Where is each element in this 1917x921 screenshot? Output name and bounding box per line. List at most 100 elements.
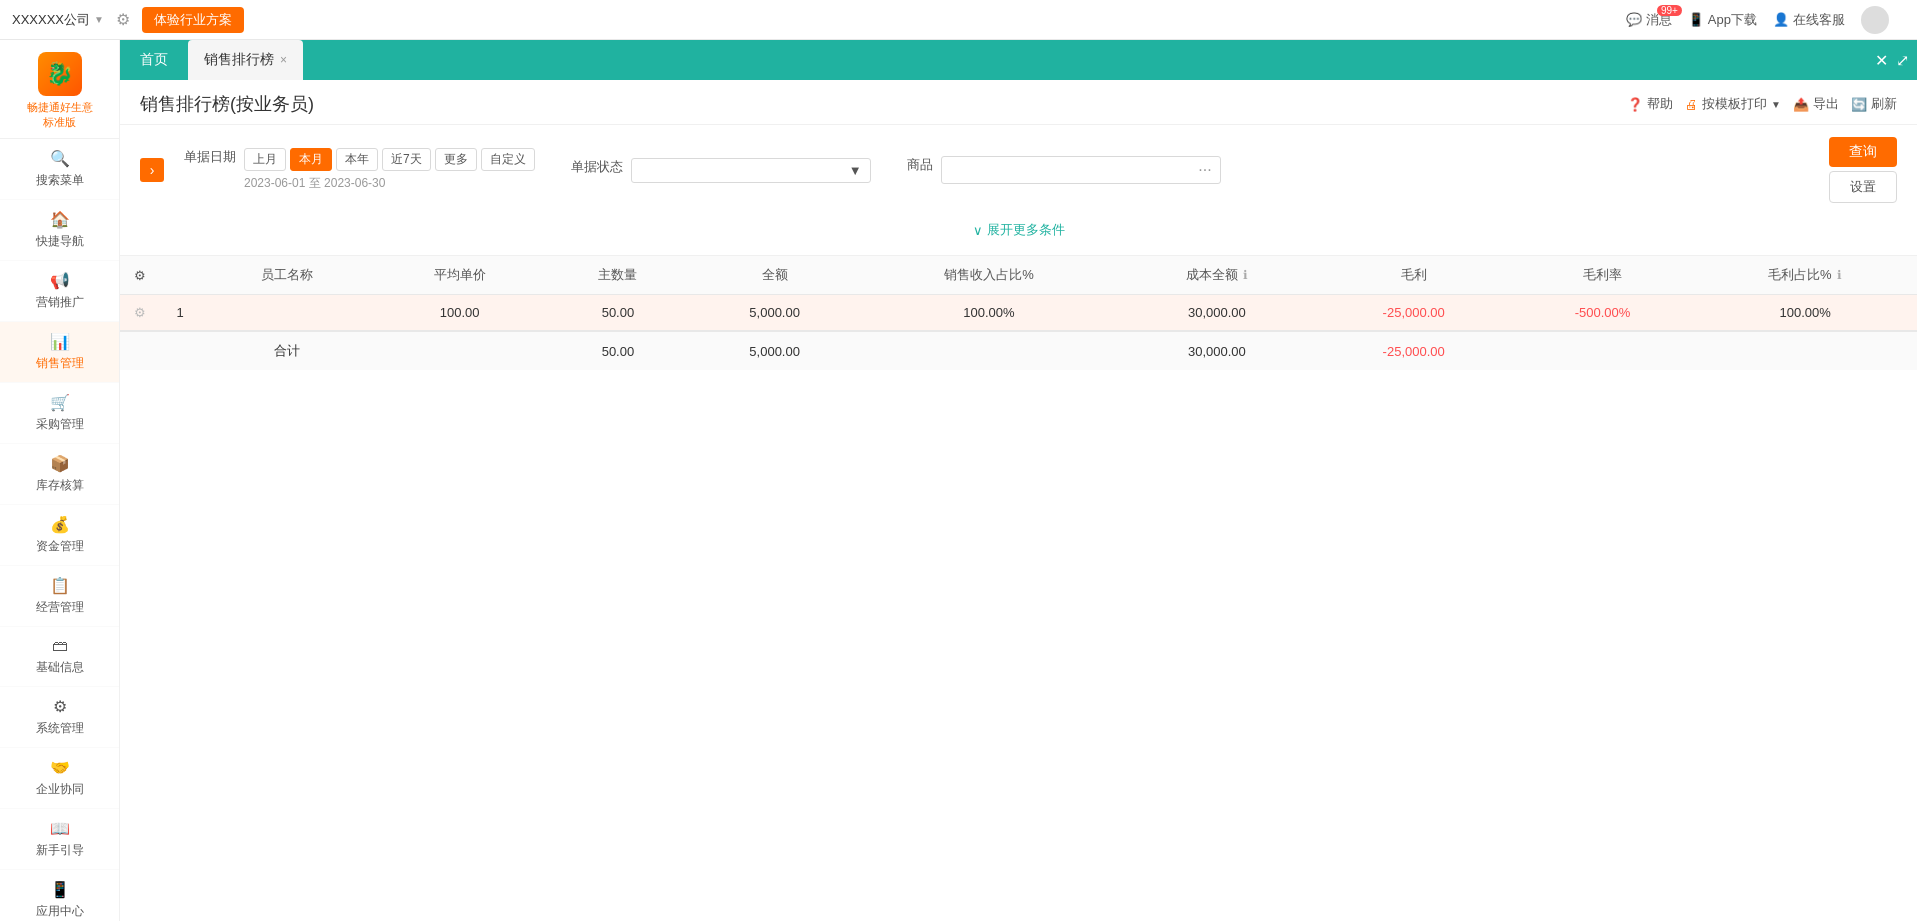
sidebar-item-label: 经营管理 [36, 599, 84, 616]
row-cost: 30,000.00 [1118, 295, 1315, 332]
sidebar-item-apps[interactable]: 📱 应用中心 [0, 870, 119, 921]
footer-gross: -25,000.00 [1316, 331, 1512, 370]
app-label: App下载 [1708, 11, 1757, 29]
table-row: ⚙ 1 100.00 50.00 5,000.00 100.00% 30,000… [120, 295, 1917, 332]
tab-sales-ranking[interactable]: 销售排行榜 × [188, 40, 303, 80]
footer-gross-pct [1693, 331, 1917, 370]
sidebar-item-search[interactable]: 🔍 搜索菜单 [0, 139, 119, 200]
filter-expand-arrow[interactable]: › [140, 158, 164, 182]
sidebar-item-management[interactable]: 📋 经营管理 [0, 566, 119, 627]
sidebar-item-inventory[interactable]: 📦 库存核算 [0, 444, 119, 505]
sidebar-item-system[interactable]: ⚙ 系统管理 [0, 687, 119, 748]
page-content: 销售排行榜(按业务员) ❓ 帮助 🖨 按模板打印 ▼ 📤 导出 [120, 80, 1917, 921]
tab-close-icon[interactable]: × [280, 53, 287, 67]
sidebar-item-purchase[interactable]: 🛒 采购管理 [0, 383, 119, 444]
col-gross: 毛利 [1316, 256, 1512, 295]
home-icon: 🏠 [50, 210, 70, 229]
cost-info-icon[interactable]: ℹ [1243, 268, 1248, 282]
settings-icon[interactable]: ⚙ [116, 10, 130, 29]
date-btn-this-year[interactable]: 本年 [336, 148, 378, 171]
window-close-button[interactable]: ✕ [1875, 51, 1888, 70]
tab-home-label: 首页 [140, 51, 168, 69]
expand-conditions-button[interactable]: ∨ 展开更多条件 [961, 217, 1077, 243]
row-gross: -25,000.00 [1316, 295, 1512, 332]
guide-icon: 📖 [50, 819, 70, 838]
table-header-row: ⚙ 员工名称 平均单价 主数量 全额 销售收入占比% 成本全额 ℹ 毛利 [120, 256, 1917, 295]
tab-active-label: 销售排行榜 [204, 51, 274, 69]
footer-sales-pct [860, 331, 1119, 370]
row-avg-price: 100.00 [373, 295, 546, 332]
footer-gross-rate [1512, 331, 1693, 370]
date-btn-7days[interactable]: 近7天 [382, 148, 431, 171]
date-range: 2023-06-01 至 2023-06-30 [244, 175, 535, 192]
sidebar-item-basics[interactable]: 🗃 基础信息 [0, 627, 119, 687]
trial-button[interactable]: 体验行业方案 [142, 7, 244, 33]
goods-filter-group: 商品 ··· [907, 156, 1221, 184]
footer-amount: 5,000.00 [690, 331, 860, 370]
col-amount: 全额 [690, 256, 860, 295]
table-body: ⚙ 1 100.00 50.00 5,000.00 100.00% 30,000… [120, 295, 1917, 332]
chevron-down-icon: ▼ [94, 14, 104, 25]
status-dropdown-icon: ▼ [849, 163, 862, 178]
sidebar-logo: 🐉 畅捷通好生意 标准版 [0, 40, 119, 139]
refresh-button[interactable]: 🔄 刷新 [1851, 95, 1897, 113]
online-service-button[interactable]: 👤 在线客服 [1773, 11, 1845, 29]
company-selector[interactable]: XXXXXX公司 ▼ [12, 11, 104, 29]
col-settings[interactable]: ⚙ [120, 256, 160, 295]
window-maximize-button[interactable]: ⤢ [1896, 51, 1909, 70]
status-select[interactable]: ▼ [631, 158, 871, 183]
avatar[interactable] [1861, 6, 1889, 34]
sidebar-item-sales[interactable]: 📊 销售管理 [0, 322, 119, 383]
sidebar-item-guide[interactable]: 📖 新手引导 [0, 809, 119, 870]
table-settings-button[interactable]: 设置 [1829, 171, 1897, 203]
help-icon: ❓ [1627, 97, 1643, 112]
date-btn-prev-month[interactable]: 上月 [244, 148, 286, 171]
app-download-button[interactable]: 📱 App下载 [1688, 11, 1757, 29]
footer-settings-col [120, 331, 160, 370]
date-btn-custom[interactable]: 自定义 [481, 148, 535, 171]
filter-area: › 单据日期 上月 本月 本年 近7天 更多 自定义 [120, 125, 1917, 256]
date-filter-label: 单据日期 [184, 148, 236, 166]
top-bar: XXXXXX公司 ▼ ⚙ 体验行业方案 💬 消息 99+ 📱 App下载 👤 在… [0, 0, 1917, 40]
collab-icon: 🤝 [50, 758, 70, 777]
col-gross-rate: 毛利率 [1512, 256, 1693, 295]
row-sales-pct: 100.00% [860, 295, 1119, 332]
print-dropdown-icon[interactable]: ▼ [1771, 99, 1781, 110]
row-settings-icon[interactable]: ⚙ [120, 295, 160, 332]
query-button[interactable]: 查询 [1829, 137, 1897, 167]
sidebar-item-label: 资金管理 [36, 538, 84, 555]
footer-cost: 30,000.00 [1118, 331, 1315, 370]
sidebar-item-marketing[interactable]: 📢 营销推广 [0, 261, 119, 322]
export-button[interactable]: 📤 导出 [1793, 95, 1839, 113]
table-area: ⚙ 员工名称 平均单价 主数量 全额 销售收入占比% 成本全额 ℹ 毛利 [120, 256, 1917, 921]
sidebar-item-quicknav[interactable]: 🏠 快捷导航 [0, 200, 119, 261]
sidebar-item-finance[interactable]: 💰 资金管理 [0, 505, 119, 566]
sidebar-item-label: 应用中心 [36, 903, 84, 920]
tab-bar-actions: ✕ ⤢ [1875, 51, 1917, 70]
row-gross-pct: 100.00% [1693, 295, 1917, 332]
help-button[interactable]: ❓ 帮助 [1627, 95, 1673, 113]
goods-more-icon[interactable]: ··· [1198, 161, 1211, 179]
col-sales-pct: 销售收入占比% [860, 256, 1119, 295]
expand-icon: ∨ [973, 223, 983, 238]
sidebar-item-label: 营销推广 [36, 294, 84, 311]
date-btn-more[interactable]: 更多 [435, 148, 477, 171]
goods-input[interactable]: ··· [941, 156, 1221, 184]
expand-row: ∨ 展开更多条件 [140, 209, 1897, 243]
export-icon: 📤 [1793, 97, 1809, 112]
date-btn-this-month[interactable]: 本月 [290, 148, 332, 171]
inventory-icon: 📦 [50, 454, 70, 473]
status-filter-label: 单据状态 [571, 158, 623, 176]
footer-label: 合计 [200, 331, 373, 370]
tab-home[interactable]: 首页 [120, 40, 188, 80]
message-button[interactable]: 💬 消息 99+ [1626, 11, 1672, 29]
col-qty: 主数量 [546, 256, 689, 295]
sidebar-item-collab[interactable]: 🤝 企业协同 [0, 748, 119, 809]
main-layout: 🐉 畅捷通好生意 标准版 🔍 搜索菜单 🏠 快捷导航 📢 营销推广 📊 销售管理… [0, 40, 1917, 921]
grosspct-info-icon[interactable]: ℹ [1837, 268, 1842, 282]
page-title: 销售排行榜(按业务员) [140, 92, 1627, 116]
filter-row-1: › 单据日期 上月 本月 本年 近7天 更多 自定义 [140, 137, 1897, 203]
print-button[interactable]: 🖨 按模板打印 ▼ [1685, 95, 1781, 113]
row-gross-rate: -500.00% [1512, 295, 1693, 332]
content-area: 首页 销售排行榜 × ✕ ⤢ 销售排行榜(按业务员) ❓ 帮助 [120, 40, 1917, 921]
